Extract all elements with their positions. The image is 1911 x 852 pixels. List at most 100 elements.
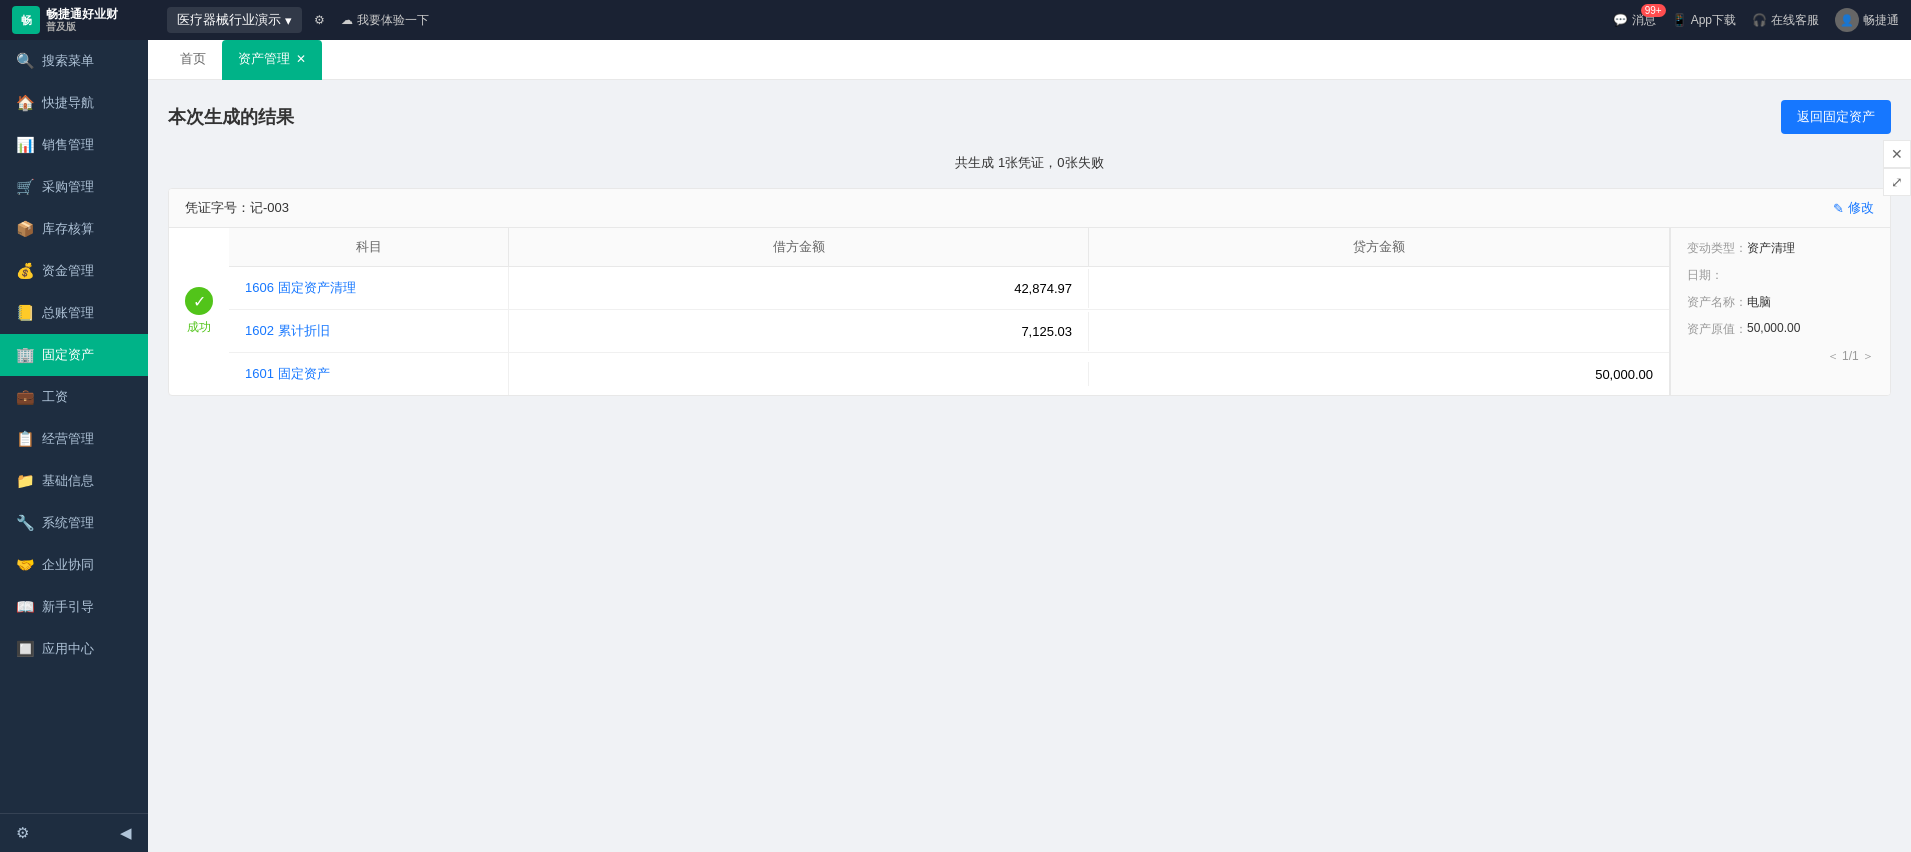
- sidebar-item-finance[interactable]: 💰 资金管理: [0, 250, 148, 292]
- sidebar-collapse-icon[interactable]: ◀: [120, 824, 132, 842]
- main-layout: 🔍 搜索菜单 🏠 快捷导航 📊 销售管理 🛒 采购管理 📦 库存核算 💰 资金管…: [0, 40, 1911, 852]
- sidebar-settings-icon[interactable]: ⚙: [16, 824, 29, 842]
- status-area: ✓ 成功: [169, 228, 229, 395]
- sidebar: 🔍 搜索菜单 🏠 快捷导航 📊 销售管理 🛒 采购管理 📦 库存核算 💰 资金管…: [0, 40, 148, 852]
- info-original-value: 资产原值： 50,000.00: [1687, 321, 1874, 338]
- message-button[interactable]: 💬 消息 99+: [1613, 12, 1656, 29]
- sidebar-item-business[interactable]: 📋 经营管理: [0, 418, 148, 460]
- sidebar-label-business: 经营管理: [42, 430, 94, 448]
- sidebar-label-ledger: 总账管理: [42, 304, 94, 322]
- sidebar-item-inventory[interactable]: 📦 库存核算: [0, 208, 148, 250]
- business-icon: 📋: [16, 430, 34, 448]
- customer-service-label: 在线客服: [1771, 12, 1819, 29]
- sidebar-item-guide[interactable]: 📖 新手引导: [0, 586, 148, 628]
- table-row: 1606 固定资产清理 42,874.97: [229, 267, 1669, 310]
- app-center-icon: 🔲: [16, 640, 34, 658]
- customer-service-button[interactable]: 🎧 在线客服: [1752, 12, 1819, 29]
- sidebar-label-finance: 资金管理: [42, 262, 94, 280]
- info-original-value-label: 资产原值：: [1687, 321, 1747, 338]
- panel-expand-button[interactable]: ⤢: [1883, 168, 1911, 196]
- sidebar-item-fixed-assets[interactable]: 🏢 固定资产: [0, 334, 148, 376]
- edit-icon: ✎: [1833, 201, 1844, 216]
- sidebar-label-purchase: 采购管理: [42, 178, 94, 196]
- company-selector[interactable]: 医疗器械行业演示 ▾: [167, 7, 302, 33]
- success-icon: ✓: [185, 287, 213, 315]
- sidebar-item-basic-info[interactable]: 📁 基础信息: [0, 460, 148, 502]
- pagination: ＜ 1/1 ＞: [1687, 348, 1874, 365]
- info-asset-name-value: 电脑: [1747, 294, 1771, 311]
- subject-link-1[interactable]: 1602 累计折旧: [245, 323, 330, 338]
- user-menu[interactable]: 👤 畅捷通: [1835, 8, 1899, 32]
- subject-link-2[interactable]: 1601 固定资产: [245, 366, 330, 381]
- finance-icon: 💰: [16, 262, 34, 280]
- voucher-body: ✓ 成功 科目 借方金额 贷方金额 1606 固定资产清: [169, 228, 1890, 395]
- tab-bar: 首页 资产管理 ✕: [148, 40, 1911, 80]
- sidebar-item-purchase[interactable]: 🛒 采购管理: [0, 166, 148, 208]
- system-icon: 🔧: [16, 514, 34, 532]
- download-icon: 📱: [1672, 13, 1687, 27]
- cell-credit-2: 50,000.00: [1089, 355, 1669, 394]
- cell-debit-1: 7,125.03: [509, 312, 1089, 351]
- guide-icon: 📖: [16, 598, 34, 616]
- tab-close-icon[interactable]: ✕: [296, 52, 306, 66]
- app-download-label: App下载: [1691, 12, 1736, 29]
- home-icon: 🏠: [16, 94, 34, 112]
- settings-button[interactable]: ⚙: [314, 13, 325, 27]
- sidebar-item-ledger[interactable]: 📒 总账管理: [0, 292, 148, 334]
- app-download-button[interactable]: 📱 App下载: [1672, 12, 1736, 29]
- info-panel: 变动类型： 资产清理 日期： 资产名称： 电脑 资产原值：: [1670, 228, 1890, 395]
- logo-main: 畅捷通好业财: [46, 7, 118, 21]
- voucher-number: 凭证字号：记-003: [185, 199, 289, 217]
- sidebar-item-quick-nav[interactable]: 🏠 快捷导航: [0, 82, 148, 124]
- logo-icon: 畅: [12, 6, 40, 34]
- edit-button[interactable]: ✎ 修改: [1833, 199, 1874, 217]
- content-area: 首页 资产管理 ✕ 本次生成的结果 返回固定资产 共生成 1张凭证，0张失败: [148, 40, 1911, 852]
- tab-home[interactable]: 首页: [164, 40, 222, 80]
- info-change-type-label: 变动类型：: [1687, 240, 1747, 257]
- cell-subject-2: 1601 固定资产: [229, 353, 509, 395]
- experience-label: 我要体验一下: [357, 12, 429, 29]
- return-button[interactable]: 返回固定资产: [1781, 100, 1891, 134]
- panel-close-button[interactable]: ✕: [1883, 140, 1911, 168]
- basic-info-icon: 📁: [16, 472, 34, 490]
- sidebar-item-search[interactable]: 🔍 搜索菜单: [0, 40, 148, 82]
- cell-credit-1: [1089, 319, 1669, 343]
- sidebar-label-basic-info: 基础信息: [42, 472, 94, 490]
- sidebar-label-guide: 新手引导: [42, 598, 94, 616]
- table-row: 1602 累计折旧 7,125.03: [229, 310, 1669, 353]
- sidebar-item-system[interactable]: 🔧 系统管理: [0, 502, 148, 544]
- sidebar-label-system: 系统管理: [42, 514, 94, 532]
- voucher-table: 科目 借方金额 贷方金额 1606 固定资产清理 42,874.97: [229, 228, 1670, 395]
- sidebar-item-payroll[interactable]: 💼 工资: [0, 376, 148, 418]
- sidebar-label-fixed-assets: 固定资产: [42, 346, 94, 364]
- sidebar-item-app-center[interactable]: 🔲 应用中心: [0, 628, 148, 670]
- sidebar-label-app-center: 应用中心: [42, 640, 94, 658]
- info-change-type: 变动类型： 资产清理: [1687, 240, 1874, 257]
- cloud-icon: ☁: [341, 13, 353, 27]
- search-icon: 🔍: [16, 52, 34, 70]
- experience-button[interactable]: ☁ 我要体验一下: [341, 12, 429, 29]
- user-label: 畅捷通: [1863, 12, 1899, 29]
- info-asset-name: 资产名称： 电脑: [1687, 294, 1874, 311]
- pagination-prev[interactable]: ＜: [1827, 349, 1839, 363]
- sidebar-item-sales[interactable]: 📊 销售管理: [0, 124, 148, 166]
- table-row: 1601 固定资产 50,000.00: [229, 353, 1669, 395]
- cell-subject-0: 1606 固定资产清理: [229, 267, 509, 309]
- sidebar-label-sales: 销售管理: [42, 136, 94, 154]
- pagination-next[interactable]: ＞: [1862, 349, 1874, 363]
- enterprise-icon: 🤝: [16, 556, 34, 574]
- col-debit: 借方金额: [509, 228, 1089, 266]
- summary-row: 共生成 1张凭证，0张失败: [168, 154, 1891, 172]
- sidebar-item-enterprise[interactable]: 🤝 企业协同: [0, 544, 148, 586]
- info-asset-name-label: 资产名称：: [1687, 294, 1747, 311]
- voucher-header: 凭证字号：记-003 ✎ 修改: [169, 189, 1890, 228]
- status-text: 成功: [187, 319, 211, 336]
- tab-asset-mgmt[interactable]: 资产管理 ✕: [222, 40, 322, 80]
- sidebar-label-search: 搜索菜单: [42, 52, 94, 70]
- subject-link-0[interactable]: 1606 固定资产清理: [245, 280, 356, 295]
- ledger-icon: 📒: [16, 304, 34, 322]
- company-name: 医疗器械行业演示: [177, 11, 281, 29]
- app-logo: 畅 畅捷通好业财 普及版: [12, 6, 157, 34]
- table-header: 科目 借方金额 贷方金额: [229, 228, 1669, 267]
- headset-icon: 🎧: [1752, 13, 1767, 27]
